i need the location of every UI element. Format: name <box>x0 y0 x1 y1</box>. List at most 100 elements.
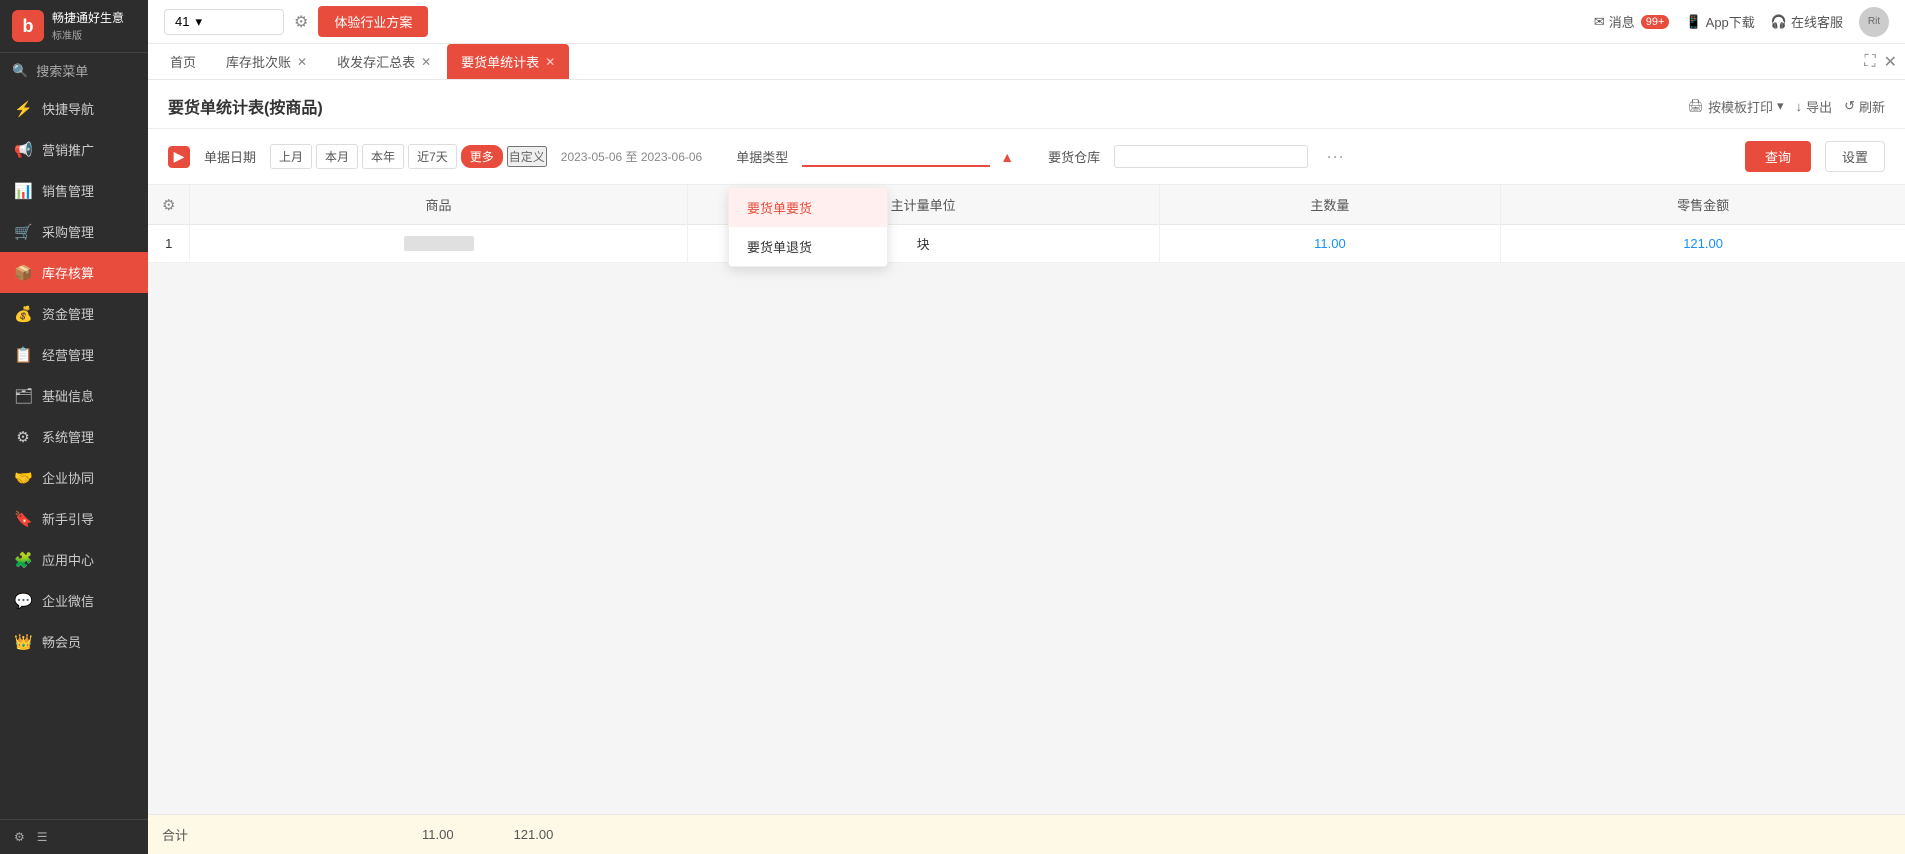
avatar-text: Rit <box>1868 16 1880 27</box>
message-btn[interactable]: ✉ 消息 99+ <box>1594 12 1670 31</box>
date-btn-last-month[interactable]: 上月 <box>270 144 312 169</box>
service-btn[interactable]: 🎧 在线客服 <box>1771 12 1843 31</box>
sidebar-item-guide[interactable]: 🔖 新手引导 <box>0 498 148 539</box>
tab-summary-close[interactable]: ✕ <box>421 55 431 69</box>
date-btn-this-year[interactable]: 本年 <box>362 144 404 169</box>
trial-btn[interactable]: 体验行业方案 <box>318 6 428 37</box>
sidebar: b 畅捷通好生意 标准版 🔍 搜索菜单 ⚡ 快捷导航 📢 营销推广 📊 销售管理… <box>0 0 148 854</box>
type-dropdown-arrow[interactable]: ▲ <box>1000 149 1014 165</box>
chevron-down-icon: ▾ <box>1777 98 1784 114</box>
topbar: 41 ▾ ⚙ 体验行业方案 ✉ 消息 99+ 📱 App下载 🎧 在线客服 Ri… <box>148 0 1905 44</box>
sidebar-item-system[interactable]: ⚙ 系统管理 <box>0 416 148 457</box>
marketing-icon: 📢 <box>14 141 32 159</box>
table-footer: 合计 11.00 121.00 <box>148 814 1905 854</box>
sidebar-settings-icon[interactable]: ⚙ <box>14 830 25 844</box>
refresh-btn[interactable]: ↺ 刷新 <box>1844 97 1885 116</box>
content-area: 要货单统计表(按商品) 🖨 按模板打印 ▾ ↓ 导出 ↺ 刷新 ▶ <box>148 80 1905 854</box>
sidebar-item-member[interactable]: 👑 畅会员 <box>0 621 148 662</box>
operation-icon: 📋 <box>14 346 32 364</box>
date-btn-last-7-days[interactable]: 近7天 <box>408 144 457 169</box>
sidebar-item-purchase[interactable]: 🛒 采购管理 <box>0 211 148 252</box>
avatar[interactable]: Rit <box>1859 7 1889 37</box>
sidebar-item-label: 库存核算 <box>42 263 94 282</box>
dropdown-item-return[interactable]: 要货单退货 <box>729 227 887 266</box>
date-btn-more[interactable]: 更多 <box>461 145 503 168</box>
tab-summary[interactable]: 收发存汇总表 ✕ <box>323 44 445 79</box>
sidebar-item-label: 畅会员 <box>42 632 81 651</box>
dropdown-item-order[interactable]: 要货单要货 <box>729 188 887 227</box>
col-product: 商品 <box>190 185 687 225</box>
tab-home-label: 首页 <box>170 52 196 71</box>
enterprise-icon: 🤝 <box>14 469 32 487</box>
sidebar-item-label: 新手引导 <box>42 509 94 528</box>
footer-amount: 121.00 <box>514 827 554 842</box>
sidebar-item-inventory[interactable]: 📦 库存核算 <box>0 252 148 293</box>
tabs-close-icon[interactable]: ✕ <box>1884 52 1897 72</box>
guide-icon: 🔖 <box>14 510 32 528</box>
app-download-btn[interactable]: 📱 App下载 <box>1685 12 1754 31</box>
quantity-link[interactable]: 11.00 <box>1314 236 1346 251</box>
tab-home[interactable]: 首页 <box>156 44 210 79</box>
sidebar-item-sales[interactable]: 📊 销售管理 <box>0 170 148 211</box>
col-amount: 零售金额 <box>1501 185 1905 225</box>
tab-batch[interactable]: 库存批次账 ✕ <box>212 44 321 79</box>
data-table: ⚙ 商品 主计量单位 主数量 零售金额 1 <box>148 185 1905 263</box>
wechat-icon: 💬 <box>14 592 32 610</box>
company-selector[interactable]: 41 ▾ <box>164 9 284 35</box>
sidebar-collapse-icon[interactable]: ☰ <box>37 830 48 844</box>
sales-icon: 📊 <box>14 182 32 200</box>
topbar-left: 41 ▾ ⚙ 体验行业方案 <box>164 6 1584 37</box>
tab-batch-label: 库存批次账 <box>226 52 291 71</box>
query-btn[interactable]: 查询 <box>1745 141 1811 172</box>
tabs-maximize-icon[interactable]: ⛶ <box>1864 53 1875 71</box>
print-btn[interactable]: 🖨 按模板打印 ▾ <box>1688 97 1784 116</box>
sidebar-item-marketing[interactable]: 📢 营销推广 <box>0 129 148 170</box>
sidebar-item-finance[interactable]: 💰 资金管理 <box>0 293 148 334</box>
export-btn[interactable]: ↓ 导出 <box>1796 97 1833 116</box>
sidebar-item-label: 采购管理 <box>42 222 94 241</box>
row-quantity: 11.00 <box>1159 225 1501 263</box>
search-menu-label: 搜索菜单 <box>36 61 88 80</box>
settings-btn[interactable]: 设置 <box>1825 141 1885 172</box>
type-filter-input[interactable] <box>802 146 990 167</box>
tabs-bar: 首页 库存批次账 ✕ 收发存汇总表 ✕ 要货单统计表 ✕ ⛶ ✕ <box>148 44 1905 80</box>
search-menu[interactable]: 🔍 搜索菜单 <box>0 53 148 88</box>
export-icon: ↓ <box>1796 99 1803 114</box>
warehouse-filter-input[interactable] <box>1114 145 1308 168</box>
warehouse-filter-label: 要货仓库 <box>1048 147 1100 166</box>
more-filters-icon[interactable]: ··· <box>1326 146 1344 167</box>
row-index: 1 <box>148 225 190 263</box>
col-settings: ⚙ <box>148 185 190 225</box>
table-settings-icon[interactable]: ⚙ <box>162 197 175 214</box>
filter-expand-btn[interactable]: ▶ <box>168 146 190 168</box>
tab-order-stat-close[interactable]: ✕ <box>545 55 555 69</box>
sidebar-item-label: 系统管理 <box>42 427 94 446</box>
sidebar-item-label: 企业微信 <box>42 591 94 610</box>
sidebar-item-wechat[interactable]: 💬 企业微信 <box>0 580 148 621</box>
sidebar-item-app[interactable]: 🧩 应用中心 <box>0 539 148 580</box>
sidebar-item-label: 经营管理 <box>42 345 94 364</box>
page-actions: 🖨 按模板打印 ▾ ↓ 导出 ↺ 刷新 <box>1688 97 1886 116</box>
purchase-icon: 🛒 <box>14 223 32 241</box>
date-btn-this-month[interactable]: 本月 <box>316 144 358 169</box>
sidebar-item-label: 快捷导航 <box>42 99 94 118</box>
print-icon: 🖨 <box>1688 98 1705 114</box>
sidebar-logo: b 畅捷通好生意 标准版 <box>0 0 148 53</box>
search-icon: 🔍 <box>12 63 28 79</box>
date-btn-custom[interactable]: 自定义 <box>507 146 547 167</box>
print-label: 按模板打印 <box>1708 97 1773 116</box>
col-quantity: 主数量 <box>1159 185 1501 225</box>
page-title: 要货单统计表(按商品) <box>168 94 323 118</box>
amount-link[interactable]: 121.00 <box>1683 236 1723 251</box>
app-label: App下载 <box>1706 12 1755 31</box>
tab-batch-close[interactable]: ✕ <box>297 55 307 69</box>
sidebar-item-enterprise[interactable]: 🤝 企业协同 <box>0 457 148 498</box>
tab-order-stat[interactable]: 要货单统计表 ✕ <box>447 44 569 79</box>
message-icon: ✉ <box>1594 14 1605 30</box>
sidebar-item-basic[interactable]: 🗂 基础信息 <box>0 375 148 416</box>
logo-name: 畅捷通好生意 <box>52 10 124 27</box>
quick-nav-icon: ⚡ <box>14 100 32 118</box>
sidebar-item-operation[interactable]: 📋 经营管理 <box>0 334 148 375</box>
sidebar-item-quick-nav[interactable]: ⚡ 快捷导航 <box>0 88 148 129</box>
topbar-gear-icon[interactable]: ⚙ <box>294 12 308 32</box>
